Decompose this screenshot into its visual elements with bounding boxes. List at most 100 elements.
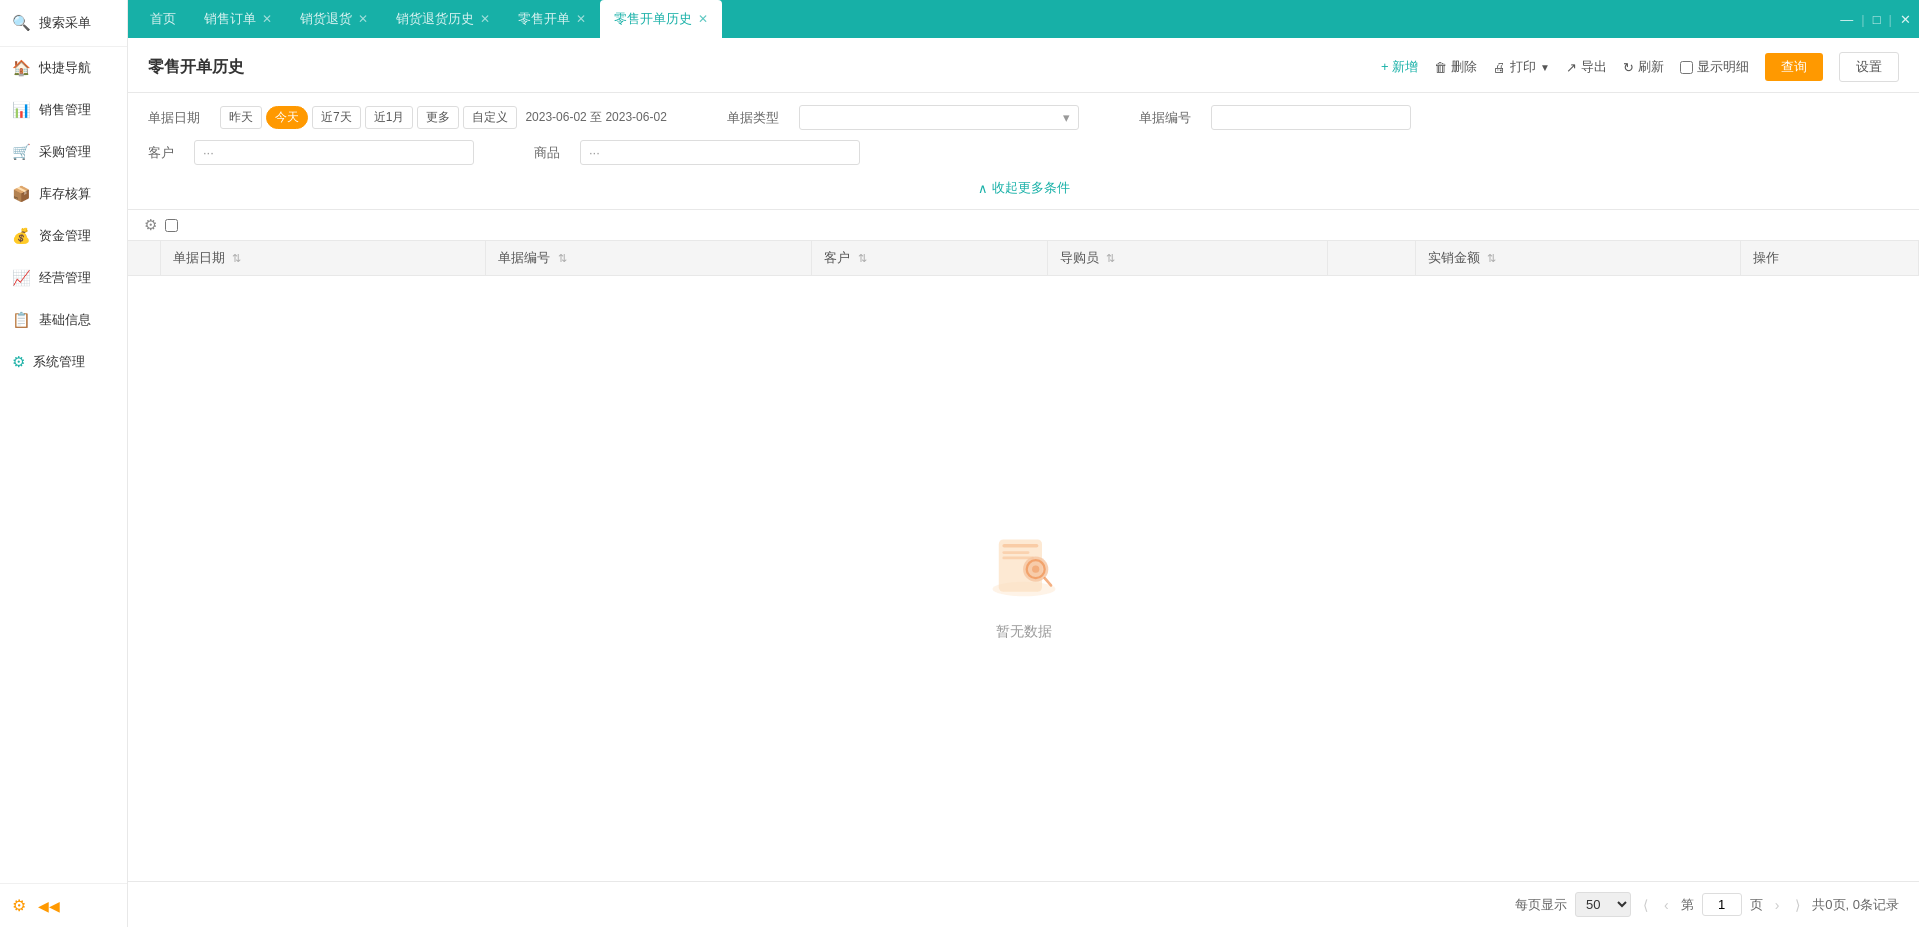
table-header-row: 单据日期 ⇅ 单据编号 ⇅ 客户 ⇅ 导购员 ⇅: [128, 241, 1919, 276]
sidebar-item-system-mgmt[interactable]: ⚙ 系统管理: [0, 341, 127, 383]
sidebar-item-sales-mgmt[interactable]: 📊 销售管理: [0, 89, 127, 131]
customer-filter-select[interactable]: ···: [194, 140, 474, 165]
settings-button[interactable]: 设置: [1839, 52, 1899, 82]
chart-icon: 📊: [12, 101, 31, 119]
sidebar-item-label: 销售管理: [39, 101, 91, 119]
collapse-sidebar-icon[interactable]: ◀◀: [38, 898, 60, 914]
display-detail-checkbox[interactable]: 显示明细: [1680, 58, 1749, 76]
sidebar-search[interactable]: 🔍 搜索采单: [0, 0, 127, 47]
customer-filter-label: 客户: [148, 144, 174, 162]
svg-rect-3: [1002, 551, 1029, 554]
tab-retail-open-close[interactable]: ✕: [576, 12, 586, 26]
box-icon: 📦: [12, 185, 31, 203]
maximize-btn[interactable]: □: [1873, 12, 1881, 27]
collapse-filter-btn[interactable]: ∧ 收起更多条件: [978, 179, 1070, 197]
col-customer-sort[interactable]: ⇅: [858, 252, 867, 264]
col-amount-sort[interactable]: ⇅: [1487, 252, 1496, 264]
prev-page-btn[interactable]: ‹: [1660, 895, 1673, 915]
refresh-button[interactable]: ↻ 刷新: [1623, 58, 1664, 76]
export-label: 导出: [1581, 58, 1607, 76]
tab-home-label: 首页: [150, 10, 176, 28]
search-icon: 🔍: [12, 14, 31, 32]
tab-sales-return-history[interactable]: 销货退货历史 ✕: [382, 0, 504, 38]
sidebar-item-label: 资金管理: [39, 227, 91, 245]
date-btn-today[interactable]: 今天: [266, 106, 308, 129]
new-label: + 新增: [1381, 58, 1418, 76]
number-filter-label: 单据编号: [1139, 109, 1191, 127]
sidebar-item-label: 经营管理: [39, 269, 91, 287]
select-all-checkbox[interactable]: [165, 219, 178, 232]
date-btn-more[interactable]: 更多: [417, 106, 459, 129]
sidebar-item-operations[interactable]: 📈 经营管理: [0, 257, 127, 299]
next-page-btn[interactable]: ›: [1771, 895, 1784, 915]
minimize-btn[interactable]: —: [1840, 12, 1853, 27]
date-btn-custom[interactable]: 自定义: [463, 106, 517, 129]
first-page-btn[interactable]: ⟨: [1639, 895, 1652, 915]
goods-filter-label: 商品: [534, 144, 560, 162]
number-filter-input[interactable]: [1211, 105, 1411, 130]
main-area: 首页 销售订单 ✕ 销货退货 ✕ 销货退货历史 ✕ 零售开单 ✕ 零售开单历史 …: [128, 0, 1919, 927]
print-dropdown-icon: ▼: [1540, 62, 1550, 73]
last-page-btn[interactable]: ⟩: [1791, 895, 1804, 915]
query-label: 查询: [1781, 58, 1807, 76]
col-date-sort[interactable]: ⇅: [232, 252, 241, 264]
page-header: 零售开单历史 + 新增 🗑 删除 🖨 打印 ▼ ↗ 导出: [128, 38, 1919, 93]
empty-illustration: [979, 517, 1069, 607]
tab-sales-order[interactable]: 销售订单 ✕: [190, 0, 286, 38]
page-number-input[interactable]: [1702, 893, 1742, 916]
tab-sales-return-label: 销货退货: [300, 10, 352, 28]
goods-filter-select[interactable]: ···: [580, 140, 860, 165]
sidebar-item-purchase-mgmt[interactable]: 🛒 采购管理: [0, 131, 127, 173]
print-button[interactable]: 🖨 打印 ▼: [1493, 58, 1550, 76]
col-ops: 操作: [1741, 241, 1919, 276]
page-label: 页: [1750, 896, 1763, 914]
sidebar-item-base-info[interactable]: 📋 基础信息: [0, 299, 127, 341]
tab-retail-open-history[interactable]: 零售开单历史 ✕: [600, 0, 722, 38]
data-table: 单据日期 ⇅ 单据编号 ⇅ 客户 ⇅ 导购员 ⇅: [128, 241, 1919, 276]
display-detail-input[interactable]: [1680, 61, 1693, 74]
delete-button[interactable]: 🗑 删除: [1434, 58, 1477, 76]
type-filter-select[interactable]: ▾: [799, 105, 1079, 130]
close-btn[interactable]: ✕: [1900, 12, 1911, 27]
page-actions: + 新增 🗑 删除 🖨 打印 ▼ ↗ 导出 ↻ 刷新: [1381, 52, 1899, 82]
tab-sales-return[interactable]: 销货退货 ✕: [286, 0, 382, 38]
settings-icon[interactable]: ⚙: [12, 896, 26, 915]
page-area: 零售开单历史 + 新增 🗑 删除 🖨 打印 ▼ ↗ 导出: [128, 38, 1919, 927]
tab-sales-return-close[interactable]: ✕: [358, 12, 368, 26]
trending-icon: 📈: [12, 269, 31, 287]
sidebar-item-quick-nav[interactable]: 🏠 快捷导航: [0, 47, 127, 89]
tab-sales-order-label: 销售订单: [204, 10, 256, 28]
sidebar-item-label: 库存核算: [39, 185, 91, 203]
filter-area: 单据日期 昨天 今天 近7天 近1月 更多 自定义 2023-06-02 至 2…: [128, 93, 1919, 210]
type-filter-label: 单据类型: [727, 109, 779, 127]
sidebar-item-inventory[interactable]: 📦 库存核算: [0, 173, 127, 215]
col-checkbox: [128, 241, 160, 276]
new-button[interactable]: + 新增: [1381, 58, 1418, 76]
table-settings-icon[interactable]: ⚙: [144, 216, 157, 234]
page-size-select[interactable]: 50 10 20 100: [1575, 892, 1631, 917]
tab-sales-order-close[interactable]: ✕: [262, 12, 272, 26]
goods-placeholder: ···: [589, 145, 600, 160]
empty-text: 暂无数据: [996, 623, 1052, 641]
page-title: 零售开单历史: [148, 57, 244, 78]
gear2-icon: ⚙: [12, 353, 25, 371]
tab-sales-return-history-close[interactable]: ✕: [480, 12, 490, 26]
date-range-display: 2023-06-02 至 2023-06-02: [525, 109, 666, 126]
col-number-sort[interactable]: ⇅: [558, 252, 567, 264]
print-icon: 🖨: [1493, 60, 1506, 75]
tab-retail-open[interactable]: 零售开单 ✕: [504, 0, 600, 38]
date-btn-7days[interactable]: 近7天: [312, 106, 361, 129]
query-button[interactable]: 查询: [1765, 53, 1823, 81]
date-btn-1month[interactable]: 近1月: [365, 106, 414, 129]
sidebar-item-label: 快捷导航: [39, 59, 91, 77]
col-customer: 客户 ⇅: [812, 241, 1047, 276]
print-label: 打印: [1510, 58, 1536, 76]
refresh-icon: ↻: [1623, 60, 1634, 75]
tab-sales-return-history-label: 销货退货历史: [396, 10, 474, 28]
tab-retail-open-history-close[interactable]: ✕: [698, 12, 708, 26]
col-guide-sort[interactable]: ⇅: [1106, 252, 1115, 264]
export-button[interactable]: ↗ 导出: [1566, 58, 1607, 76]
tab-home[interactable]: 首页: [136, 0, 190, 38]
sidebar-item-finance[interactable]: 💰 资金管理: [0, 215, 127, 257]
date-btn-yesterday[interactable]: 昨天: [220, 106, 262, 129]
